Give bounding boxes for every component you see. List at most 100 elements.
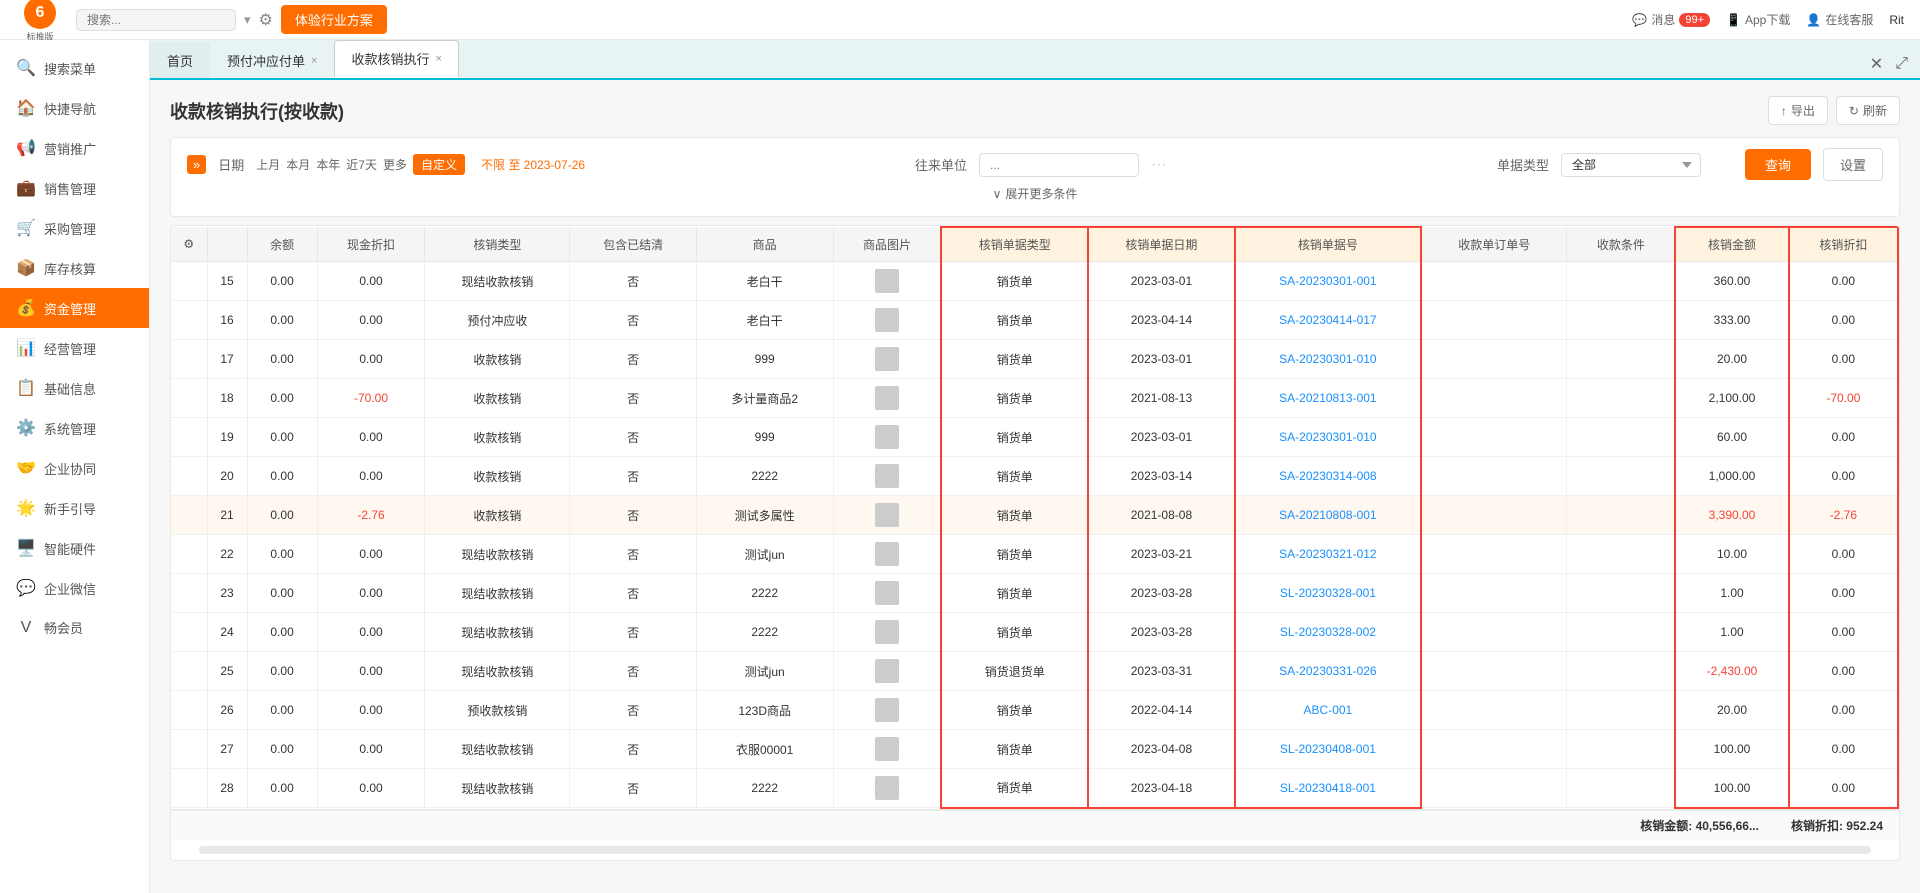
td-cancel-order-no[interactable]: SL-20230418-001 xyxy=(1235,769,1421,808)
td-cancel-order-no[interactable]: SA-20210808-001 xyxy=(1235,496,1421,535)
column-settings-icon[interactable]: ⚙ xyxy=(183,237,194,251)
td-cancel-order-no[interactable]: SL-20230328-001 xyxy=(1235,574,1421,613)
td-cancel-type: 收款核销 xyxy=(425,496,570,535)
table-header-row: ⚙ 余额 现金折扣 核销类型 包含已结清 商品 商品图片 核销单据类型 核销单据… xyxy=(171,227,1898,262)
expand-more-btn[interactable]: ∨ 展开更多条件 xyxy=(187,185,1883,202)
industry-btn[interactable]: 体验行业方案 xyxy=(281,5,387,34)
order-type-select[interactable]: 全部 xyxy=(1561,153,1701,177)
table-row: 25 0.00 0.00 现结收款核销 否 测试jun 销货退货单 2023-0… xyxy=(171,652,1898,691)
guide-icon: 🌟 xyxy=(16,498,36,518)
tab-collection[interactable]: 收款核销执行 × xyxy=(334,40,458,78)
filter-expand-icon[interactable]: » xyxy=(187,155,206,174)
date-btn-last-month[interactable]: 上月 xyxy=(256,156,280,173)
online-service-btn[interactable]: 👤 在线客服 xyxy=(1806,11,1873,28)
td-receipt-order-no xyxy=(1421,574,1567,613)
cancel-order-no-link[interactable]: SA-20230414-017 xyxy=(1279,313,1376,327)
cancel-order-no-link[interactable]: SA-20230321-012 xyxy=(1279,547,1376,561)
tab-home[interactable]: 首页 xyxy=(150,42,210,78)
td-cancel-type: 现结收款核销 xyxy=(425,574,570,613)
query-btn[interactable]: 查询 xyxy=(1745,149,1811,180)
cancel-order-no-link[interactable]: SA-20230301-010 xyxy=(1279,352,1376,366)
td-balance: 0.00 xyxy=(247,262,317,301)
td-cancel-amount: 100.00 xyxy=(1675,730,1788,769)
date-custom-btn[interactable]: 自定义 xyxy=(413,154,465,175)
date-btn-more[interactable]: 更多 xyxy=(383,156,407,173)
td-cancel-order-no[interactable]: SA-20230301-010 xyxy=(1235,418,1421,457)
sidebar-item-hardware[interactable]: 🖥️ 智能硬件 xyxy=(0,528,149,568)
message-btn[interactable]: 💬 消息 99+ xyxy=(1632,11,1710,28)
tab-prepay-close[interactable]: × xyxy=(311,55,317,67)
cancel-order-no-link[interactable]: ABC-001 xyxy=(1304,703,1353,717)
sidebar-item-search[interactable]: 🔍 搜索菜单 xyxy=(0,48,149,88)
td-cancel-order-no[interactable]: SA-20210813-001 xyxy=(1235,379,1421,418)
sidebar-item-shortcuts[interactable]: 🏠 快捷导航 xyxy=(0,88,149,128)
sidebar-item-enterprise[interactable]: 🤝 企业协同 xyxy=(0,448,149,488)
cancel-order-no-link[interactable]: SL-20230328-001 xyxy=(1280,586,1376,600)
sidebar-item-marketing[interactable]: 📢 营销推广 xyxy=(0,128,149,168)
settings-btn[interactable]: 设置 xyxy=(1823,148,1883,181)
inventory-icon: 📦 xyxy=(16,258,36,278)
td-cancel-order-no[interactable]: SL-20230328-002 xyxy=(1235,613,1421,652)
cancel-order-no-link[interactable]: SL-20230418-001 xyxy=(1280,781,1376,795)
sidebar-label-sales: 销售管理 xyxy=(44,179,96,198)
sidebar-item-guide[interactable]: 🌟 新手引导 xyxy=(0,488,149,528)
tab-maximize-btn[interactable]: ⤢ xyxy=(1891,51,1912,77)
user-name[interactable]: Rit xyxy=(1889,13,1904,27)
td-cancel-order-no[interactable]: SA-20230414-017 xyxy=(1235,301,1421,340)
td-goods: 老白干 xyxy=(696,262,833,301)
td-cancel-order-no[interactable]: ABC-001 xyxy=(1235,691,1421,730)
cancel-order-no-link[interactable]: SA-20210808-001 xyxy=(1279,508,1376,522)
td-cancel-order-date: 2023-03-28 xyxy=(1088,613,1235,652)
dropdown-icon[interactable]: ▾ xyxy=(244,12,251,28)
tab-bar: 首页 预付冲应付单 × 收款核销执行 × ✕ ⤢ xyxy=(150,40,1920,80)
tab-close-btn[interactable]: ✕ xyxy=(1866,50,1887,78)
sidebar-item-capital[interactable]: 💰 资金管理 xyxy=(0,288,149,328)
td-cancel-order-no[interactable]: SA-20230321-012 xyxy=(1235,535,1421,574)
td-goods-img xyxy=(833,613,941,652)
sidebar-item-inventory[interactable]: 📦 库存核算 xyxy=(0,248,149,288)
td-cancel-order-no[interactable]: SA-20230301-001 xyxy=(1235,262,1421,301)
export-btn[interactable]: ↑ 导出 xyxy=(1768,96,1828,125)
goods-image-icon xyxy=(875,581,899,605)
sidebar-item-system[interactable]: ⚙️ 系统管理 xyxy=(0,408,149,448)
td-cancel-discount: 0.00 xyxy=(1789,457,1898,496)
td-cancel-type: 现结收款核销 xyxy=(425,730,570,769)
table-scrollbar[interactable] xyxy=(199,846,1871,854)
td-cancel-order-no[interactable]: SA-20230301-010 xyxy=(1235,340,1421,379)
settings-icon[interactable]: ⚙ xyxy=(259,10,273,30)
sidebar-item-wechat[interactable]: 💬 企业微信 xyxy=(0,568,149,608)
td-cancel-order-no[interactable]: SL-20230408-001 xyxy=(1235,730,1421,769)
refresh-btn[interactable]: ↻ 刷新 xyxy=(1836,96,1900,125)
sidebar-item-basic[interactable]: 📋 基础信息 xyxy=(0,368,149,408)
td-goods-img xyxy=(833,457,941,496)
cancel-order-no-link[interactable]: SA-20230331-026 xyxy=(1279,664,1376,678)
td-balance: 0.00 xyxy=(247,691,317,730)
th-settings[interactable]: ⚙ xyxy=(171,227,207,262)
table-row: 24 0.00 0.00 现结收款核销 否 2222 销货单 2023-03-2… xyxy=(171,613,1898,652)
tab-prepay[interactable]: 预付冲应付单 × xyxy=(210,42,334,78)
cancel-order-no-link[interactable]: SA-20230301-001 xyxy=(1279,274,1376,288)
cancel-order-no-link[interactable]: SL-20230328-002 xyxy=(1280,625,1376,639)
date-btn-7days[interactable]: 近7天 xyxy=(346,156,377,173)
cancel-order-no-link[interactable]: SA-20210813-001 xyxy=(1279,391,1376,405)
app-download-btn[interactable]: 📱 App下载 xyxy=(1726,11,1790,28)
td-cancel-order-no[interactable]: SA-20230314-008 xyxy=(1235,457,1421,496)
cancel-order-no-link[interactable]: SL-20230408-001 xyxy=(1280,742,1376,756)
sidebar-item-business[interactable]: 📊 经营管理 xyxy=(0,328,149,368)
td-cancel-order-date: 2023-03-01 xyxy=(1088,418,1235,457)
top-search-input[interactable] xyxy=(76,9,236,31)
th-cancel-discount: 核销折扣 xyxy=(1789,227,1898,262)
tab-collection-close[interactable]: × xyxy=(435,53,441,65)
sidebar-item-sales[interactable]: 💼 销售管理 xyxy=(0,168,149,208)
from-unit-input[interactable] xyxy=(979,153,1139,177)
sidebar-label-hardware: 智能硬件 xyxy=(44,539,96,558)
cancel-order-no-link[interactable]: SA-20230301-010 xyxy=(1279,430,1376,444)
sidebar-item-purchase[interactable]: 🛒 采购管理 xyxy=(0,208,149,248)
sidebar-item-member[interactable]: V 畅会员 xyxy=(0,608,149,647)
td-cancel-order-no[interactable]: SA-20230331-026 xyxy=(1235,652,1421,691)
td-settings xyxy=(171,652,207,691)
td-receipt-cond xyxy=(1567,340,1675,379)
date-btn-this-year[interactable]: 本年 xyxy=(316,156,340,173)
cancel-order-no-link[interactable]: SA-20230314-008 xyxy=(1279,469,1376,483)
date-btn-this-month[interactable]: 本月 xyxy=(286,156,310,173)
